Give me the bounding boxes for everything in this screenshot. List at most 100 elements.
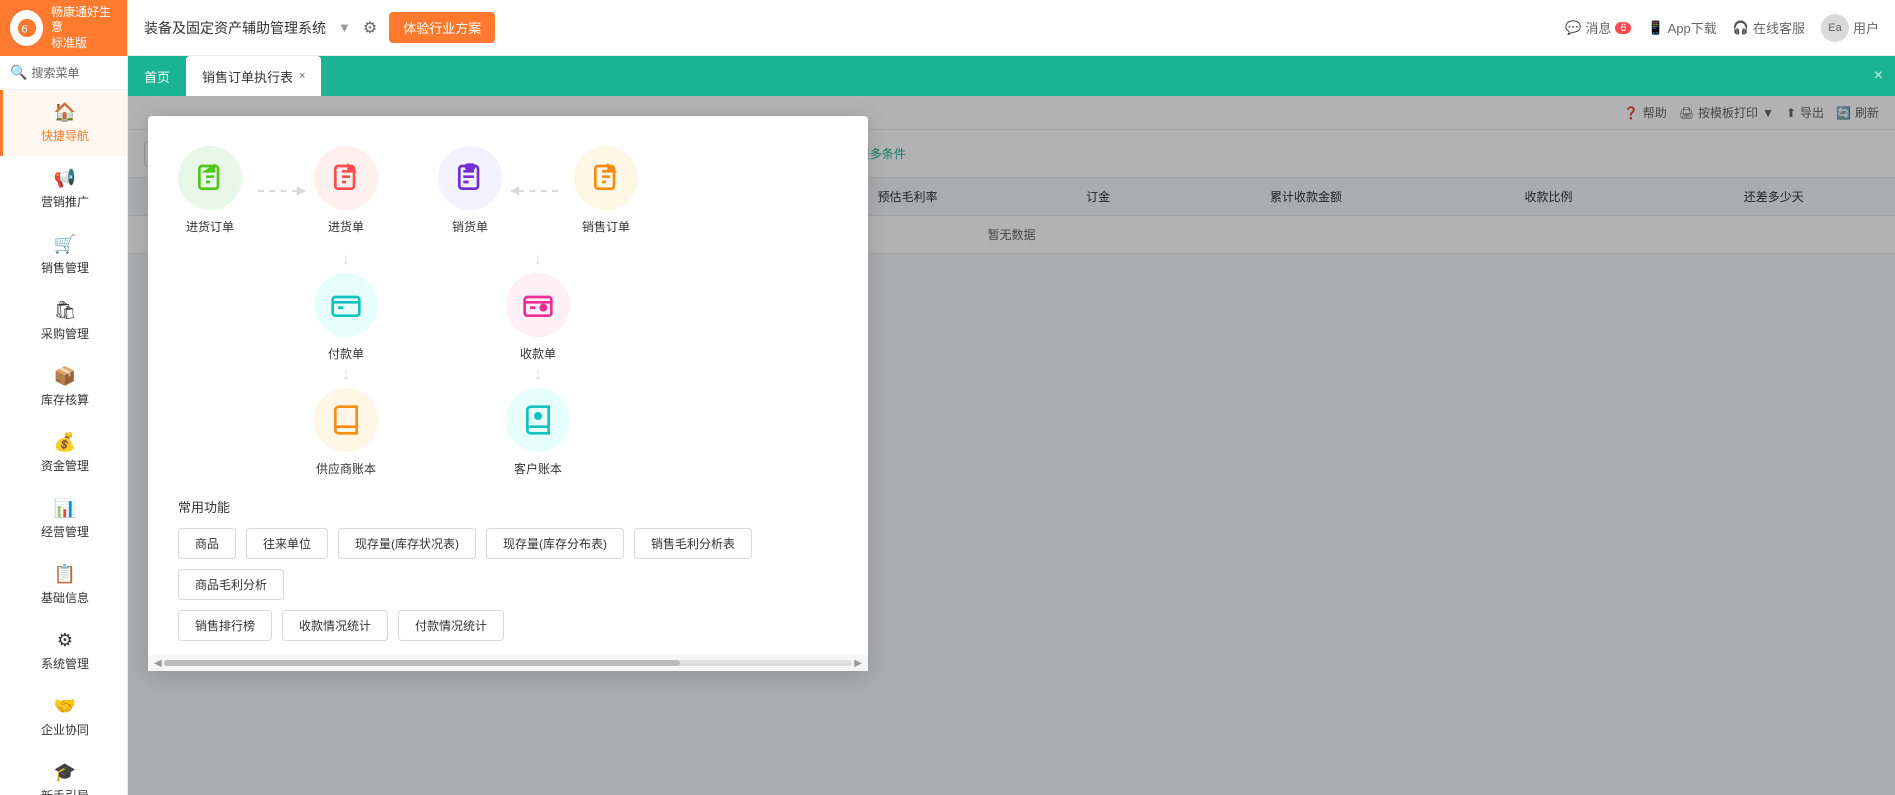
flow-node-purchase-bill[interactable]: 进货单 xyxy=(314,146,378,235)
gear-icon[interactable]: ⚙ xyxy=(363,18,377,38)
dropdown-icon[interactable]: ▼ xyxy=(338,20,351,35)
purchase-order-icon xyxy=(178,146,242,210)
basic-info-icon: 📋 xyxy=(54,564,76,585)
func-btn-partner[interactable]: 往来单位 xyxy=(246,528,328,559)
arrow-down-payment: ↓ xyxy=(314,366,378,384)
finance-icon: 💰 xyxy=(54,432,76,453)
func-btn-receipt-stats[interactable]: 收款情况统计 xyxy=(282,610,388,641)
func-btn-sales-gross[interactable]: 销售毛利分析表 xyxy=(634,528,752,559)
scrollbar-right-arrow[interactable]: ▶ xyxy=(852,658,864,669)
tab-sales-order[interactable]: 销售订单执行表 × xyxy=(186,56,321,96)
sidebar-item-purchase[interactable]: 🛍 采购管理 xyxy=(0,288,127,354)
main-content: 装备及固定资产辅助管理系统 ▼ ⚙ 体验行业方案 💬 消息 6 📱 App下载 … xyxy=(128,0,1895,795)
tab-home[interactable]: 首页 xyxy=(128,56,186,96)
message-badge: 6 xyxy=(1615,22,1631,34)
flow-node-purchase-order[interactable]: 进货订单 xyxy=(178,146,242,235)
system-title: 装备及固定资产辅助管理系统 xyxy=(144,18,326,38)
sidebar-search[interactable]: 🔍 搜索菜单 xyxy=(0,56,127,90)
flow-row2-right: 收款单 xyxy=(506,273,570,362)
sales-icon: 🛒 xyxy=(54,234,76,255)
marketing-icon: 📢 xyxy=(54,168,76,189)
system-icon: ⚙ xyxy=(57,630,73,651)
scrollbar-thumb xyxy=(164,660,680,666)
func-buttons-row2: 销售排行榜 收款情况统计 付款情况统计 xyxy=(178,610,838,641)
func-btn-stock-dist[interactable]: 现存量(库存分布表) xyxy=(486,528,624,559)
func-btn-payment-stats[interactable]: 付款情况统计 xyxy=(398,610,504,641)
customer-ledger-label: 客户账本 xyxy=(514,460,562,477)
flow-row1-right: 销货单 ◀ xyxy=(438,146,638,235)
flow-node-payment[interactable]: 付款单 xyxy=(314,273,378,362)
flow-node-customer-ledger[interactable]: 客户账本 xyxy=(506,388,570,477)
sidebar: 6 畅康通好生意 标准版 🔍 搜索菜单 🏠 快捷导航 📢 营销推广 🛒 销售管理 xyxy=(0,0,128,795)
newbie-icon: 🎓 xyxy=(54,762,76,783)
phone-icon: 📱 xyxy=(1647,20,1663,36)
common-functions-title: 常用功能 xyxy=(178,497,838,516)
logo-text: 畅康通好生意 标准版 xyxy=(51,5,117,52)
flow-arrows-down-row-right: ↓ xyxy=(506,251,570,269)
supplier-ledger-label: 供应商账本 xyxy=(316,460,376,477)
scrollbar-track[interactable] xyxy=(164,660,853,666)
experience-button[interactable]: 体验行业方案 xyxy=(389,12,495,43)
flow-node-supplier-ledger[interactable]: 供应商账本 xyxy=(314,388,378,477)
arrow-down-receipt: ↓ xyxy=(506,366,570,384)
user-item[interactable]: Ea 用户 xyxy=(1821,14,1879,42)
sidebar-item-marketing[interactable]: 📢 营销推广 xyxy=(0,156,127,222)
sales-bill-icon xyxy=(438,146,502,210)
sidebar-nav: 🏠 快捷导航 📢 营销推广 🛒 销售管理 🛍 采购管理 📦 库存核算 💰 xyxy=(0,90,127,795)
sales-order-icon xyxy=(574,146,638,210)
sidebar-item-newbie[interactable]: 🎓 新手引导 xyxy=(0,750,127,795)
flow-node-sales-order[interactable]: 销售订单 xyxy=(574,146,638,235)
tab-bar: 首页 销售订单执行表 × × xyxy=(128,56,1895,96)
flow-node-sales-bill[interactable]: 销货单 xyxy=(438,146,502,235)
operations-icon: 📊 xyxy=(54,498,76,519)
content-area: ❓ 帮助 🖨 按模板打印 ▼ ⬆ 导出 🔄 刷新 xyxy=(128,96,1895,795)
online-service-item[interactable]: 🎧 在线客服 xyxy=(1733,18,1805,37)
func-btn-sales-rank[interactable]: 销售排行榜 xyxy=(178,610,272,641)
modal-overlay[interactable]: 进货订单 ▶ xyxy=(128,96,1895,795)
sidebar-item-finance[interactable]: 💰 资金管理 xyxy=(0,420,127,486)
sidebar-item-basic-info[interactable]: 📋 基础信息 xyxy=(0,552,127,618)
sidebar-item-sales[interactable]: 🛒 销售管理 xyxy=(0,222,127,288)
payment-icon xyxy=(314,273,378,337)
sidebar-item-system[interactable]: ⚙ 系统管理 xyxy=(0,618,127,684)
message-item[interactable]: 💬 消息 6 xyxy=(1565,18,1631,37)
func-btn-stock-status[interactable]: 现存量(库存状况表) xyxy=(338,528,476,559)
purchase-icon: 🛍 xyxy=(54,300,77,321)
message-icon: 💬 xyxy=(1565,20,1581,36)
flow-arrows-down-row2: ↓ xyxy=(178,366,378,384)
flow-row1: 进货订单 ▶ xyxy=(178,146,378,235)
flow-row3: 供应商账本 xyxy=(178,388,378,477)
arrow-down-receipt-wrap: ↓ xyxy=(506,366,570,384)
common-functions: 常用功能 商品 往来单位 现存量(库存状况表) 现存量(库存分布表) 销售毛利分… xyxy=(178,497,838,641)
modal-dialog: 进货订单 ▶ xyxy=(148,116,868,671)
purchase-bill-label: 进货单 xyxy=(328,218,364,235)
top-header: 装备及固定资产辅助管理系统 ▼ ⚙ 体验行业方案 💬 消息 6 📱 App下载 … xyxy=(128,0,1895,56)
func-buttons-row1: 商品 往来单位 现存量(库存状况表) 现存量(库存分布表) 销售毛利分析表 商品… xyxy=(178,528,838,600)
flow-node-receipt[interactable]: 收款单 xyxy=(506,273,570,362)
user-avatar: Ea xyxy=(1821,14,1849,42)
flow-left-col: 进货订单 ▶ xyxy=(178,146,378,477)
scrollbar-left-arrow[interactable]: ◀ xyxy=(152,658,164,669)
supplier-ledger-icon xyxy=(314,388,378,452)
tab-close-icon[interactable]: × xyxy=(299,70,305,82)
purchase-bill-icon xyxy=(314,146,378,210)
arrow-so-to-sb: ◀ xyxy=(518,190,558,192)
flow-row2: 付款单 xyxy=(178,273,378,362)
sidebar-item-operations[interactable]: 📊 经营管理 xyxy=(0,486,127,552)
quick-nav-icon: 🏠 xyxy=(54,102,76,123)
sales-order-label: 销售订单 xyxy=(582,218,630,235)
sidebar-item-inventory[interactable]: 📦 库存核算 xyxy=(0,354,127,420)
func-btn-product-gross[interactable]: 商品毛利分析 xyxy=(178,569,284,600)
func-btn-product[interactable]: 商品 xyxy=(178,528,236,559)
sales-bill-label: 销货单 xyxy=(452,218,488,235)
tab-bar-close-icon[interactable]: × xyxy=(1874,67,1883,85)
arrow-po-to-pb: ▶ xyxy=(258,190,298,192)
enterprise-icon: 🤝 xyxy=(54,696,76,717)
payment-label: 付款单 xyxy=(328,345,364,362)
sidebar-item-quick-nav[interactable]: 🏠 快捷导航 xyxy=(0,90,127,156)
modal-scrollbar[interactable]: ◀ ▶ xyxy=(148,655,868,671)
receipt-icon xyxy=(506,273,570,337)
app-download-item[interactable]: 📱 App下载 xyxy=(1647,18,1716,37)
sidebar-item-enterprise[interactable]: 🤝 企业协同 xyxy=(0,684,127,750)
arrow-down-pb: ↓ xyxy=(314,251,378,269)
